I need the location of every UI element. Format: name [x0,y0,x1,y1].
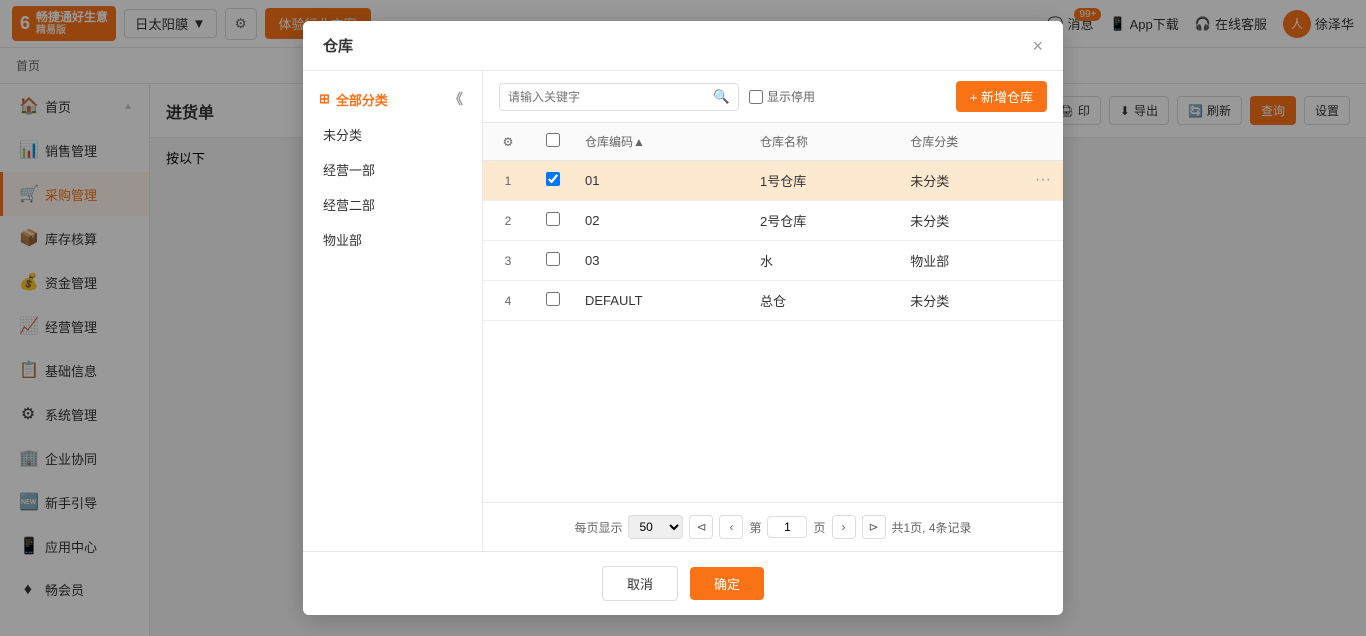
collapse-panel-btn[interactable]: 《 [446,89,466,109]
modal-close-button[interactable]: × [1032,37,1043,55]
modal-title: 仓库 [323,35,353,56]
row-category: 物业部 [898,241,1063,281]
table-row[interactable]: 3 03 水 物业部 [483,241,1063,281]
category-item-property[interactable]: 物业部 [303,222,482,257]
all-categories-label: 全部分类 [336,90,388,109]
modal-overlay: 仓库 × ⊞ 全部分类 《 未分类 经营一部 经营二部 物业部 [0,0,1366,636]
page-unit: 页 [813,519,825,536]
first-page-btn[interactable]: ⊲ [689,515,713,539]
table-toolbar: 🔍 显示停用 + 新增仓库 [483,71,1063,123]
col-name: 仓库名称 [748,123,898,161]
category-item-ops2[interactable]: 经营二部 [303,187,482,222]
page-word: 第 [749,519,761,536]
modal-header: 仓库 × [303,21,1063,71]
row-name: 2号仓库 [748,201,898,241]
category-item-unclassified[interactable]: 未分类 [303,117,482,152]
row-name: 总仓 [748,281,898,321]
page-size-select[interactable]: 50 10 20 100 [628,515,683,539]
col-category: 仓库分类 [898,123,1063,161]
table-row[interactable]: 2 02 2号仓库 未分类 [483,201,1063,241]
col-settings: ⚙ [483,123,533,161]
row-index: 1 [483,161,533,201]
row-category: 未分类··· [898,161,1063,201]
row-checkbox[interactable] [533,281,573,321]
table-row[interactable]: 4 DEFAULT 总仓 未分类 [483,281,1063,321]
row-index: 3 [483,241,533,281]
next-page-btn[interactable]: › [832,515,856,539]
grid-icon: ⊞ [319,91,330,107]
show-disabled-label: 显示停用 [767,88,815,105]
row-index: 2 [483,201,533,241]
search-input[interactable] [500,85,705,109]
row-name: 1号仓库 [748,161,898,201]
page-total: 共1页, 4条记录 [892,519,972,536]
row-checkbox[interactable] [533,201,573,241]
modal-body: ⊞ 全部分类 《 未分类 经营一部 经营二部 物业部 🔍 [303,71,1063,551]
row-checkbox[interactable] [533,161,573,201]
row-code: DEFAULT [573,281,748,321]
pagination: 每页显示 50 10 20 100 ⊲ ‹ 第 页 › ⊳ 共1页, 4条记录 [483,502,1063,551]
warehouse-modal: 仓库 × ⊞ 全部分类 《 未分类 经营一部 经营二部 物业部 [303,21,1063,615]
search-btn[interactable]: 🔍 [705,84,738,110]
add-warehouse-btn[interactable]: + 新增仓库 [956,81,1047,112]
category-panel: ⊞ 全部分类 《 未分类 经营一部 经营二部 物业部 [303,71,483,551]
col-checkbox [533,123,573,161]
row-code: 01 [573,161,748,201]
row-index: 4 [483,281,533,321]
cancel-button[interactable]: 取消 [602,566,678,601]
row-code: 02 [573,201,748,241]
prev-page-btn[interactable]: ‹ [719,515,743,539]
all-categories-btn[interactable]: ⊞ 全部分类 《 [303,81,482,117]
per-page-label: 每页显示 [574,519,622,536]
row-checkbox[interactable] [533,241,573,281]
page-number-input[interactable] [767,516,807,538]
search-wrap: 🔍 [499,83,739,111]
last-page-btn[interactable]: ⊳ [862,515,886,539]
table-panel: 🔍 显示停用 + 新增仓库 ⚙ [483,71,1063,551]
show-disabled-checkbox[interactable] [749,90,763,104]
col-code: 仓库编码▲ [573,123,748,161]
row-code: 03 [573,241,748,281]
confirm-button[interactable]: 确定 [690,567,764,600]
category-item-ops1[interactable]: 经营一部 [303,152,482,187]
row-name: 水 [748,241,898,281]
select-all-checkbox[interactable] [546,133,560,147]
row-category: 未分类 [898,201,1063,241]
row-category: 未分类 [898,281,1063,321]
show-disabled-wrap: 显示停用 [749,88,815,105]
modal-footer: 取消 确定 [303,551,1063,615]
table-row[interactable]: 1 01 1号仓库 未分类··· [483,161,1063,201]
warehouse-table: ⚙ 仓库编码▲ 仓库名称 仓库分类 1 01 [483,123,1063,502]
